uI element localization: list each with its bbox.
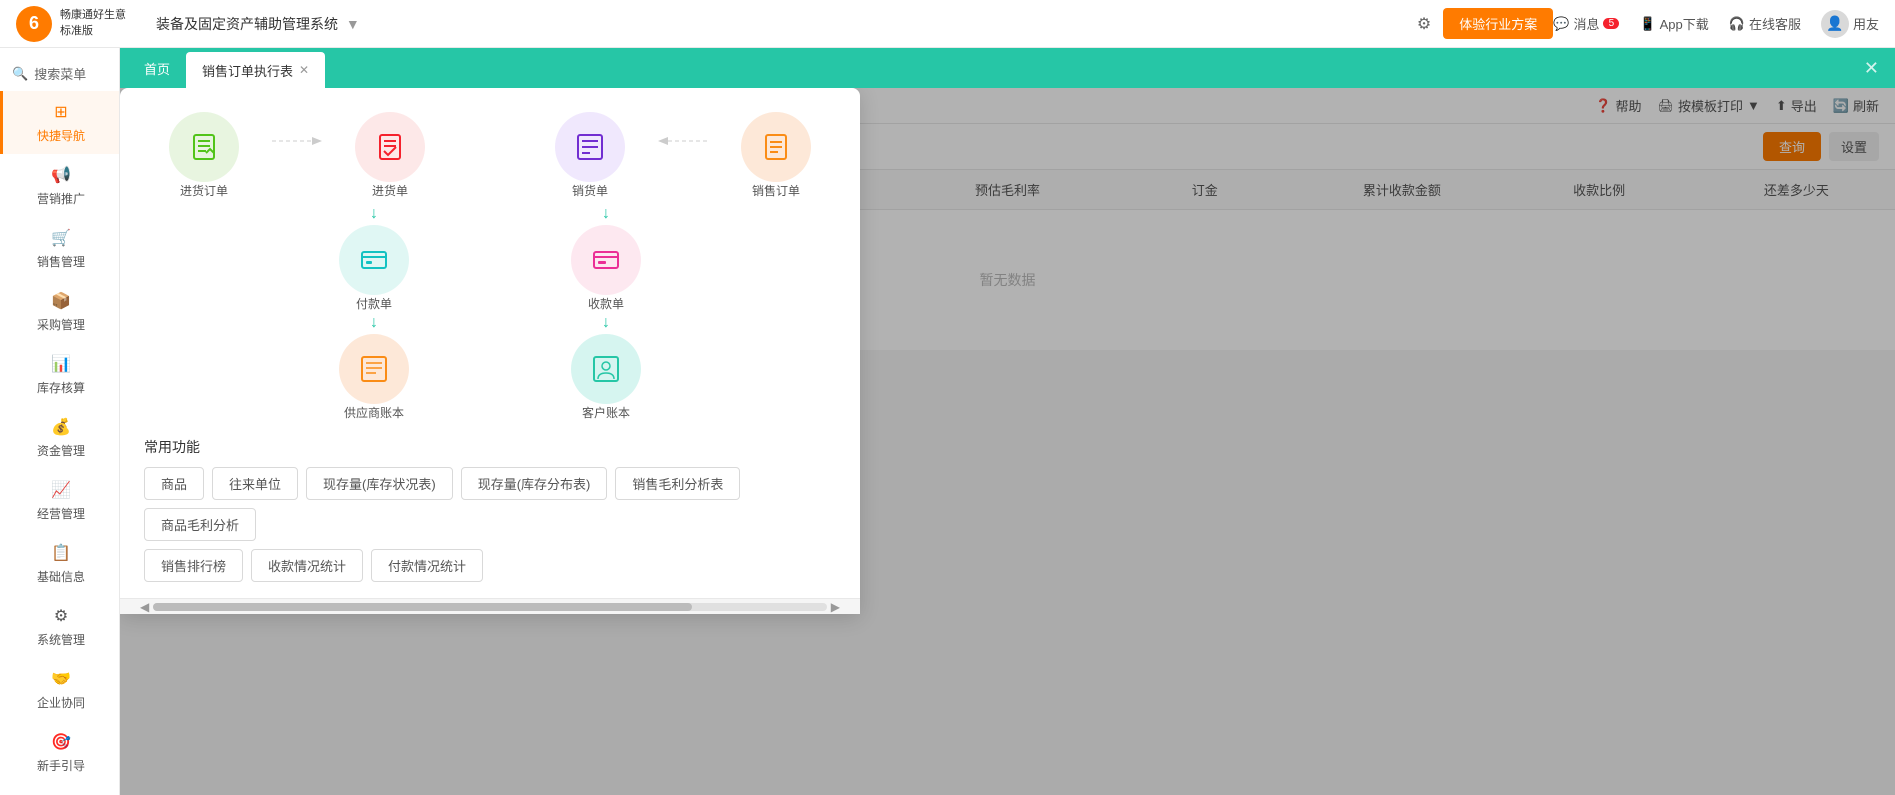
scroll-right-arrow[interactable]: ▶ (827, 600, 844, 614)
sidebar-item-guide[interactable]: 🎯 新手引导 (0, 721, 119, 784)
modal-box: 进货订单 进货单 (120, 88, 860, 614)
down-arrow-purchase: ↓ (370, 205, 378, 223)
sidebar-item-enterprise[interactable]: 🤝 企业协同 (0, 658, 119, 721)
sidebar-item-quick-nav[interactable]: ⊞ 快捷导航 (0, 91, 119, 154)
user-menu[interactable]: 👤 用友 (1821, 10, 1879, 38)
common-functions: 常用功能 商品 往来单位 现存量(库存状况表) 现存量(库存分布表) 销售毛利分… (144, 437, 836, 582)
sidebar: 🔍 搜索菜单 ⊞ 快捷导航 📢 营销推广 🛒 销售管理 📦 采购管理 📊 库存核… (0, 48, 120, 795)
message-icon: 💬 (1553, 16, 1569, 32)
func-btn-partner[interactable]: 往来单位 (212, 467, 298, 500)
func-btn-sales-ranking[interactable]: 销售排行榜 (144, 549, 243, 582)
arrow-2 (650, 133, 716, 171)
flow-item-payment[interactable]: 付款单 (339, 225, 409, 312)
sales-slip-circle (555, 112, 625, 182)
down-arrow-receipt: ↓ (602, 314, 610, 332)
page-content: ❓ 帮助 🖨 按模板打印 ▼ ⬆ 导出 🔄 刷新 (120, 88, 1895, 795)
marketing-icon: 📢 (50, 164, 72, 186)
tab-sales-order-exec[interactable]: 销售订单执行表 ✕ (186, 52, 325, 88)
sidebar-item-purchase[interactable]: 📦 采购管理 (0, 280, 119, 343)
guide-icon: 🎯 (50, 731, 72, 753)
payment-circle (339, 225, 409, 295)
quick-nav-icon: ⊞ (50, 101, 72, 123)
logo-area: 6 畅康通好生意 标准版 (16, 6, 136, 42)
basic-info-icon: 📋 (50, 542, 72, 564)
down-arrow-payment: ↓ (370, 314, 378, 332)
func-btn-product[interactable]: 商品 (144, 467, 204, 500)
func-btn-receipt-stats[interactable]: 收款情况统计 (251, 549, 363, 582)
sales-order-circle (741, 112, 811, 182)
app-download-button[interactable]: 📱 App下载 (1639, 14, 1708, 33)
try-button[interactable]: 体验行业方案 (1443, 8, 1553, 39)
arrow-1 (264, 133, 330, 171)
search-icon: 🔍 (12, 66, 28, 82)
flow-item-sales-slip[interactable]: 销货单 (530, 112, 650, 199)
common-functions-title: 常用功能 (144, 437, 836, 457)
title-dropdown-arrow[interactable]: ▼ (346, 16, 360, 32)
header-right: 💬 消息 5 📱 App下载 🎧 在线客服 👤 用友 (1553, 10, 1879, 38)
func-btn-payment-stats[interactable]: 付款情况统计 (371, 549, 483, 582)
system-icon: ⚙ (50, 605, 72, 627)
modal-scrollbar[interactable]: ◀ ▶ (120, 598, 860, 614)
online-service-button[interactable]: 🎧 在线客服 (1729, 14, 1801, 33)
message-badge: 5 (1603, 18, 1619, 29)
system-title: 装备及固定资产辅助管理系统 ▼ (156, 14, 1417, 34)
enterprise-icon: 🤝 (50, 668, 72, 690)
tab-close-icon[interactable]: ✕ (299, 63, 309, 77)
inventory-icon: 📊 (50, 353, 72, 375)
main-layout: 🔍 搜索菜单 ⊞ 快捷导航 📢 营销推广 🛒 销售管理 📦 采购管理 📊 库存核… (0, 48, 1895, 795)
customer-account-circle (571, 334, 641, 404)
purchase-slip-circle (355, 112, 425, 182)
finance-icon: 💰 (50, 416, 72, 438)
flow-item-sales-order[interactable]: 销售订单 (716, 112, 836, 199)
func-btn-sales-analysis[interactable]: 销售毛利分析表 (615, 467, 740, 500)
app-icon: 📱 (1639, 16, 1655, 32)
flow-item-purchase-order[interactable]: 进货订单 (144, 112, 264, 199)
sidebar-item-system[interactable]: ⚙ 系统管理 (0, 595, 119, 658)
receipt-circle (571, 225, 641, 295)
scroll-thumb (153, 603, 692, 611)
avatar: 👤 (1821, 10, 1849, 38)
purchase-icon: 📦 (50, 290, 72, 312)
func-btn-product-analysis[interactable]: 商品毛利分析 (144, 508, 256, 541)
operation-icon: 📈 (50, 479, 72, 501)
top-header: 6 畅康通好生意 标准版 装备及固定资产辅助管理系统 ▼ ⚙ 体验行业方案 💬 … (0, 0, 1895, 48)
tab-bar-close-button[interactable]: ✕ (1856, 58, 1887, 79)
flow-item-customer-account[interactable]: 客户账本 (571, 334, 641, 421)
sidebar-item-marketing[interactable]: 📢 营销推广 (0, 154, 119, 217)
sales-icon: 🛒 (50, 227, 72, 249)
down-arrow-sales: ↓ (602, 205, 610, 223)
flow-item-supplier-account[interactable]: 供应商账本 (339, 334, 409, 421)
flow-item-purchase-slip[interactable]: 进货单 (330, 112, 450, 199)
logo-line2: 标准版 (60, 24, 126, 39)
sidebar-item-finance[interactable]: 💰 资金管理 (0, 406, 119, 469)
sidebar-item-sales[interactable]: 🛒 销售管理 (0, 217, 119, 280)
tab-bar: 首页 销售订单执行表 ✕ ✕ (120, 48, 1895, 88)
scroll-track (153, 603, 827, 611)
function-buttons: 商品 往来单位 现存量(库存状况表) 现存量(库存分布表) 销售毛利分析表 商品… (144, 467, 836, 541)
modal-overlay[interactable]: 进货订单 进货单 (120, 88, 1895, 795)
purchase-order-circle (169, 112, 239, 182)
logo-line1: 畅康通好生意 (60, 8, 126, 23)
logo-icon: 6 (16, 6, 52, 42)
sidebar-item-basic-info[interactable]: 📋 基础信息 (0, 532, 119, 595)
func-btn-stock-dist[interactable]: 现存量(库存分布表) (461, 467, 608, 500)
supplier-account-circle (339, 334, 409, 404)
scroll-left-arrow[interactable]: ◀ (136, 600, 153, 614)
function-buttons-row2: 销售排行榜 收款情况统计 付款情况统计 (144, 549, 836, 582)
content-area: 首页 销售订单执行表 ✕ ✕ ❓ 帮助 🖨 按模板打印 ▼ (120, 48, 1895, 795)
settings-icon[interactable]: ⚙ (1417, 14, 1431, 34)
sidebar-item-inventory[interactable]: 📊 库存核算 (0, 343, 119, 406)
search-menu[interactable]: 🔍 搜索菜单 (0, 56, 119, 91)
sidebar-item-operation[interactable]: 📈 经营管理 (0, 469, 119, 532)
logo-text: 畅康通好生意 标准版 (60, 8, 126, 39)
message-button[interactable]: 💬 消息 5 (1553, 14, 1619, 33)
tab-home[interactable]: 首页 (128, 48, 186, 88)
service-icon: 🎧 (1729, 16, 1745, 32)
flow-item-receipt[interactable]: 收款单 (571, 225, 641, 312)
func-btn-stock-status[interactable]: 现存量(库存状况表) (306, 467, 453, 500)
